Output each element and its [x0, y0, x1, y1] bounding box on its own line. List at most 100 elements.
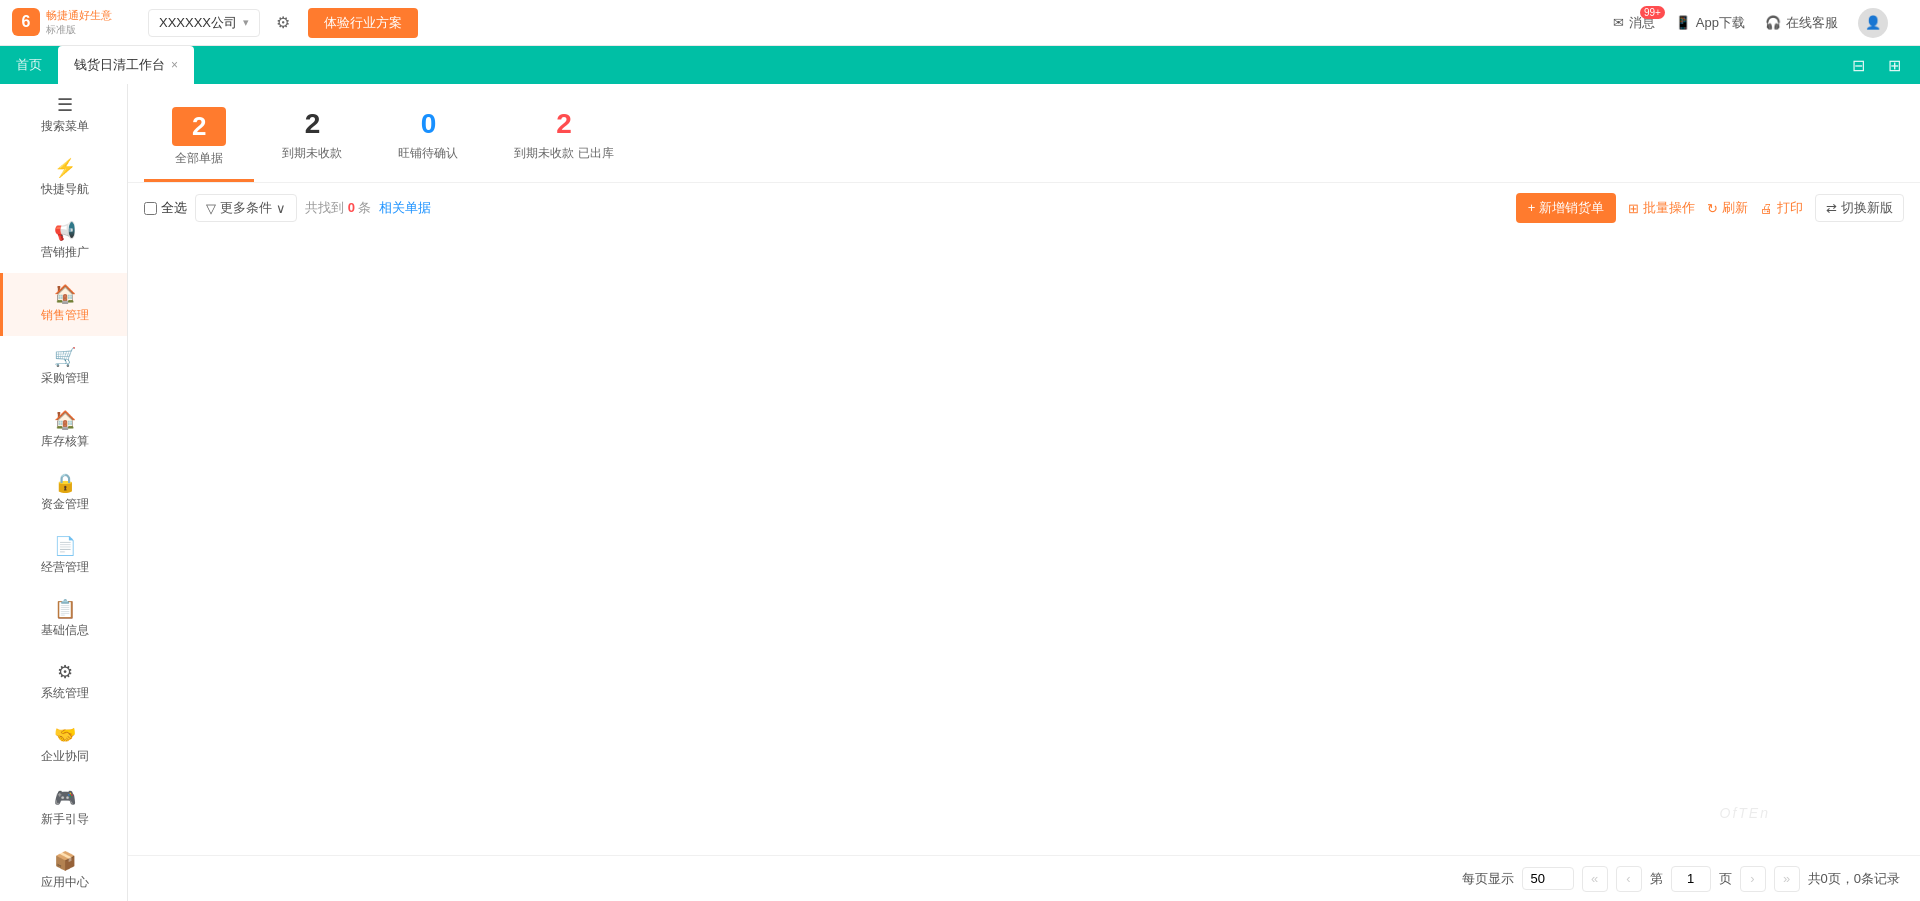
purchase-icon: 🛒: [54, 348, 76, 366]
sidebar-item-marketing[interactable]: 📢 营销推广: [0, 210, 127, 273]
sidebar-item-inventory[interactable]: 🏠 库存核算: [0, 399, 127, 462]
inventory-icon: 🏠: [54, 411, 76, 429]
switch-version-button[interactable]: ⇄ 切换新版: [1815, 194, 1904, 222]
sidebar-item-system[interactable]: ⚙ 系统管理: [0, 651, 127, 714]
page-size-label: 每页显示: [1462, 870, 1514, 888]
message-icon: ✉: [1613, 15, 1624, 30]
enterprise-icon: 🤝: [54, 726, 76, 744]
sales-icon: 🏠: [54, 285, 76, 303]
pagination-bar: 每页显示 50 100 200 « ‹ 第 页 › »: [128, 855, 1920, 901]
refresh-icon: ↻: [1707, 201, 1718, 216]
gear-icon: ⚙: [276, 13, 290, 32]
marketing-icon: 📢: [54, 222, 76, 240]
settings-button[interactable]: ⚙: [268, 8, 298, 38]
main-container: ☰ 搜索菜单 ⚡ 快捷导航 📢 营销推广 🏠 销售管理 🛒 采购管理 🏠 库存核…: [0, 84, 1920, 901]
page-number-input[interactable]: [1671, 866, 1711, 892]
filter-icon: ▽: [206, 201, 216, 216]
base-info-icon: 📋: [54, 600, 76, 618]
sidebar-item-enterprise[interactable]: 🤝 企业协同: [0, 714, 127, 777]
close-tab-icon[interactable]: ×: [171, 58, 178, 72]
switch-icon: ⇄: [1826, 201, 1837, 216]
app-center-icon: 📦: [54, 852, 76, 870]
select-all-checkbox[interactable]: 全选: [144, 199, 187, 217]
summary-card-overdue[interactable]: 2 到期未收款: [254, 96, 370, 182]
message-badge: 99+: [1640, 6, 1665, 19]
content-area: 2 全部单据 2 到期未收款 0 旺铺待确认 2 到期未收款 已出库 全选: [128, 84, 1920, 901]
nav-tabs: 首页 钱货日清工作台 × ⊟ ⊞: [0, 46, 1920, 84]
operations-icon: 📄: [54, 537, 76, 555]
summary-cards: 2 全部单据 2 到期未收款 0 旺铺待确认 2 到期未收款 已出库: [128, 84, 1920, 182]
online-service-button[interactable]: 🎧 在线客服: [1765, 14, 1838, 32]
mobile-icon: 📱: [1675, 15, 1691, 30]
avatar[interactable]: 👤: [1858, 8, 1888, 38]
sidebar-item-app-center[interactable]: 📦 应用中心: [0, 840, 127, 901]
next-page-button[interactable]: ›: [1740, 866, 1766, 892]
toolbar: 全选 ▽ 更多条件 ∨ 共找到 0 条 相关单据 + 新增销货单 ⊞ 批量操作: [128, 182, 1920, 233]
logo-icon: 6: [12, 8, 40, 36]
experience-button[interactable]: 体验行业方案: [308, 8, 418, 38]
summary-card-all[interactable]: 2 全部单据: [144, 96, 254, 182]
page-prefix-label: 第: [1650, 870, 1663, 888]
found-text: 共找到 0 条: [305, 199, 371, 217]
add-sales-order-button[interactable]: + 新增销货单: [1516, 193, 1616, 223]
prev-page-icon: ‹: [1626, 871, 1630, 886]
batch-icon: ⊞: [1628, 201, 1639, 216]
top-header: 6 畅捷通好生意 标准版 XXXXXX公司 ▾ ⚙ 体验行业方案 ✉ 消息 99…: [0, 0, 1920, 46]
quick-nav-icon: ⚡: [54, 159, 76, 177]
toolbar-right: + 新增销货单 ⊞ 批量操作 ↻ 刷新 🖨 打印 ⇄ 切换新版: [1516, 193, 1904, 223]
overdue-shipped-label: 到期未收款 已出库: [514, 145, 613, 162]
page-size-select[interactable]: 50 100 200: [1522, 867, 1574, 890]
app-download-button[interactable]: 📱 App下载: [1675, 14, 1745, 32]
headset-icon: 🎧: [1765, 15, 1781, 30]
overdue-count: 2: [305, 107, 321, 141]
sidebar-item-search-menu[interactable]: ☰ 搜索菜单: [0, 84, 127, 147]
summary-card-overdue-shipped[interactable]: 2 到期未收款 已出库: [486, 96, 641, 182]
all-count: 2: [172, 107, 226, 146]
chevron-down-icon: ▾: [243, 16, 249, 29]
logo-area: 6 畅捷通好生意 标准版: [12, 8, 140, 36]
filter-button[interactable]: ▽ 更多条件 ∨: [195, 194, 297, 222]
tab-home[interactable]: 首页: [0, 46, 58, 84]
logo-text: 畅捷通好生意 标准版: [46, 8, 112, 36]
tab-active[interactable]: 钱货日清工作台 ×: [58, 46, 194, 84]
minimize-button[interactable]: ⊟: [1844, 51, 1872, 79]
message-button[interactable]: ✉ 消息 99+: [1613, 14, 1655, 32]
first-page-icon: «: [1591, 871, 1598, 886]
print-button[interactable]: 🖨 打印: [1760, 199, 1803, 217]
overdue-label: 到期未收款: [282, 145, 342, 162]
last-page-icon: »: [1783, 871, 1790, 886]
refresh-button[interactable]: ↻ 刷新: [1707, 199, 1748, 217]
company-name: XXXXXX公司: [159, 14, 237, 32]
sidebar: ☰ 搜索菜单 ⚡ 快捷导航 📢 营销推广 🏠 销售管理 🛒 采购管理 🏠 库存核…: [0, 84, 128, 901]
page-suffix-label: 页: [1719, 870, 1732, 888]
chevron-down-icon: ∨: [276, 201, 286, 216]
print-icon: 🖨: [1760, 201, 1773, 216]
total-records-label: 共0页，0条记录: [1808, 870, 1900, 888]
sidebar-item-sales[interactable]: 🏠 销售管理: [0, 273, 127, 336]
last-page-button[interactable]: »: [1774, 866, 1800, 892]
overdue-shipped-count: 2: [556, 107, 572, 141]
related-bills-link[interactable]: 相关单据: [379, 199, 431, 217]
found-count: 0: [348, 200, 355, 215]
all-label: 全部单据: [175, 150, 223, 167]
batch-operations-button[interactable]: ⊞ 批量操作: [1628, 199, 1695, 217]
select-all-input[interactable]: [144, 202, 157, 215]
sidebar-item-finance[interactable]: 🔒 资金管理: [0, 462, 127, 525]
user-icon: 👤: [1865, 15, 1881, 30]
pending-label: 旺铺待确认: [398, 145, 458, 162]
sidebar-item-operations[interactable]: 📄 经营管理: [0, 525, 127, 588]
maximize-button[interactable]: ⊞: [1880, 51, 1908, 79]
first-page-button[interactable]: «: [1582, 866, 1608, 892]
next-page-icon: ›: [1750, 871, 1754, 886]
prev-page-button[interactable]: ‹: [1616, 866, 1642, 892]
header-right: ✉ 消息 99+ 📱 App下载 🎧 在线客服 👤: [1613, 8, 1908, 38]
sidebar-item-quick-nav[interactable]: ⚡ 快捷导航: [0, 147, 127, 210]
system-icon: ⚙: [57, 663, 73, 681]
empty-table-area: [128, 233, 1920, 855]
summary-card-pending[interactable]: 0 旺铺待确认: [370, 96, 486, 182]
sidebar-item-beginner[interactable]: 🎮 新手引导: [0, 777, 127, 840]
company-selector[interactable]: XXXXXX公司 ▾: [148, 9, 260, 37]
sidebar-item-purchase[interactable]: 🛒 采购管理: [0, 336, 127, 399]
sidebar-item-base-info[interactable]: 📋 基础信息: [0, 588, 127, 651]
pending-count: 0: [421, 107, 437, 141]
